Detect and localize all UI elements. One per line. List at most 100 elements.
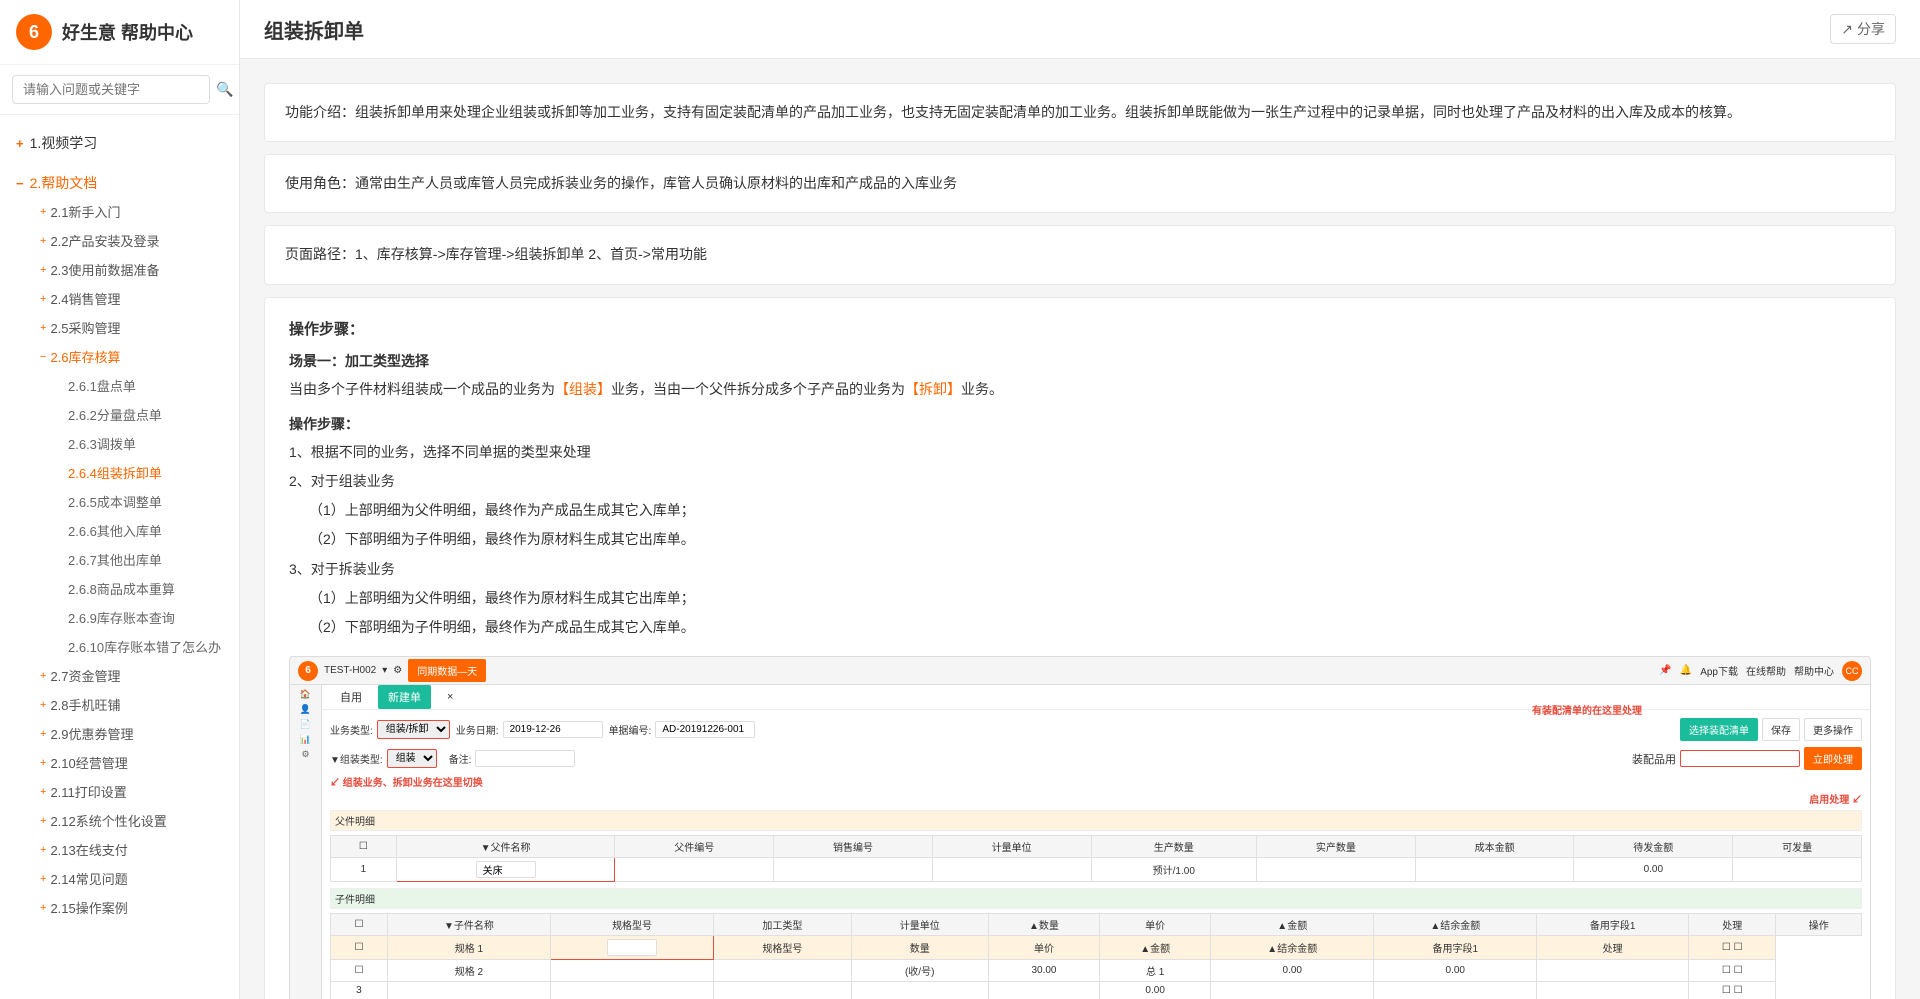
screenshot-container: 6 TEST-H002 ▾ ⚙ 同期数据—天 📌 🔔 App下载 在线帮助 帮助… (289, 656, 1871, 999)
sidebar-item-other-out[interactable]: 2.6.7其他出库单 (60, 545, 223, 574)
table-row: 1 预计/1.00 (331, 858, 1862, 882)
mock-dropdown-icon: ▾ (382, 665, 387, 676)
mock-select-bom-btn[interactable]: 选择装配清单 (1680, 718, 1758, 741)
step1-text: 1、根据不同的业务，选择不同单据的类型来处理 (289, 440, 1871, 465)
mock-assembly-select[interactable]: 组装 (387, 749, 437, 768)
mock-part-name-input[interactable] (476, 861, 536, 878)
sidebar-item-coupon[interactable]: + 2.9优惠券管理 (32, 719, 223, 748)
plus-icon-sales: + (40, 293, 46, 305)
mock-main-panel: 自用 新建单 × 业务类型: 组装/拆卸 (322, 685, 1870, 999)
mock-code-input[interactable] (655, 721, 755, 738)
mock-more-btn[interactable]: 更多操作 (1804, 718, 1862, 741)
page-title: 组装拆卸单 (264, 15, 364, 44)
search-input[interactable] (12, 75, 210, 104)
mock-period-btn[interactable]: 同期数据—天 (408, 659, 486, 682)
mock-app-body: 🏠 👤 📄 📊 ⚙ 自用 新建单 × (290, 685, 1870, 999)
sidebar: 6 好生意 帮助中心 🔍 + 1.视频学习 − 2.帮助文档 + 2.1新手入门 (0, 0, 240, 999)
mock-tab-own[interactable]: 自用 (330, 685, 372, 709)
plus-icon-system: + (40, 815, 46, 827)
mock-confirm-btn[interactable]: 立即处理 (1804, 747, 1862, 770)
mock-assembly-label: ▼组装类型: (330, 751, 383, 766)
sidebar-item-print[interactable]: + 2.11打印设置 (32, 777, 223, 806)
main-content-area: 组装拆卸单 ↗ 分享 功能介绍：组装拆卸单用来处理企业组装或拆卸等加工业务，支持… (240, 0, 1920, 999)
search-button[interactable]: 🔍 (216, 81, 233, 98)
mock-bom-field[interactable] (1680, 750, 1800, 767)
mock-code-field: 单据编号: (609, 721, 756, 738)
share-icon: ↗ (1841, 21, 1853, 38)
mock-avatar: CC (1842, 661, 1862, 681)
bracket-link-disassembly: 【拆卸】 (905, 381, 961, 397)
sidebar-item-video[interactable]: + 1.视频学习 (16, 129, 223, 157)
nav-section-video: + 1.视频学习 (0, 123, 239, 163)
mock-date-field: 业务日期: (456, 721, 603, 738)
sidebar-item-video-label: 1.视频学习 (30, 133, 98, 153)
mock-col-sale: 销售编号 (774, 836, 933, 858)
sidebar-item-other-in[interactable]: 2.6.6其他入库单 (60, 516, 223, 545)
sidebar-item-help[interactable]: − 2.帮助文档 (16, 169, 223, 197)
mock-doc-icon: 📄 (300, 719, 311, 730)
sidebar-item-new[interactable]: + 2.1新手入门 (32, 197, 223, 226)
sidebar-item-adjust[interactable]: 2.6.3调拨单 (60, 429, 223, 458)
mock-top-left: 6 TEST-H002 ▾ ⚙ 同期数据—天 (298, 659, 486, 682)
table-row: ☐ 规格 2 (收/号) 30.00 总 1 0.00 (331, 960, 1862, 982)
sidebar-item-cost[interactable]: 2.6.5成本调整单 (60, 487, 223, 516)
mock-user-icon: 👤 (300, 704, 311, 715)
mock-bom-input: 装配品用 立即处理 (1632, 747, 1862, 770)
mock-date-input[interactable] (503, 721, 603, 738)
mock-top-table-container: 父件明细 ☐ ▼父件名称 父件编号 销售编号 (330, 810, 1862, 882)
sidebar-item-ledger-err[interactable]: 2.6.10库存账本错了怎么办 (60, 632, 223, 661)
mock-cell-avail (1733, 858, 1862, 882)
step2-text: 2、对于组装业务 (289, 469, 1871, 494)
mock-cell-costamt (1415, 858, 1574, 882)
sidebar-item-faq[interactable]: + 2.14常见问题 (32, 864, 223, 893)
mock-bcol-process: 加工类型 (714, 914, 851, 936)
sidebar-item-purchase[interactable]: + 2.5采购管理 (32, 313, 223, 342)
sidebar-item-stocktake[interactable]: 2.6.1盘点单 (60, 371, 223, 400)
mock-app-download: App下载 (1700, 663, 1738, 678)
mock-home-icon: 🏠 (300, 689, 311, 700)
sidebar-item-ledger[interactable]: 2.6.9库存账本查询 (60, 603, 223, 632)
mock-remark-input[interactable] (475, 750, 575, 767)
table-row: ☐ 规格 1 规格型号 数量 单价 ▲金额 ▲结余金额 (331, 936, 1862, 960)
sidebar-item-capital[interactable]: + 2.7资金管理 (32, 661, 223, 690)
mock-cell-partcode (615, 858, 774, 882)
mock-toolbar-top: 业务类型: 组装/拆卸 业务日期: (330, 718, 1862, 741)
step2-2-text: （2）下部明细为子件明细，最终作为原材料生成其它出库单。 (289, 527, 1871, 552)
share-button[interactable]: ↗ 分享 (1830, 14, 1896, 44)
main-content: 功能介绍：组装拆卸单用来处理企业组装或拆卸等加工业务，支持有固定装配清单的产品加… (240, 59, 1920, 999)
sidebar-sub-items: + 2.1新手入门 + 2.2产品安装及登录 + 2.3使用前数据准备 + 2.… (16, 197, 223, 922)
sidebar-item-operation[interactable]: + 2.10经营管理 (32, 748, 223, 777)
sidebar-item-mobile[interactable]: + 2.8手机旺铺 (32, 690, 223, 719)
mock-type-select[interactable]: 组装/拆卸 (377, 720, 450, 739)
mock-col-code: 父件编号 (615, 836, 774, 858)
mock-cell-num: 1 (331, 858, 397, 882)
mock-bcol-unit: 计量单位 (851, 914, 988, 936)
mock-tab-new[interactable]: 新建单 (378, 685, 431, 709)
sidebar-item-data[interactable]: + 2.3使用前数据准备 (32, 255, 223, 284)
sidebar-item-assembly[interactable]: 2.6.4组装拆卸单 (60, 458, 223, 487)
mock-remark-field: 备注: (449, 750, 576, 767)
sidebar-item-payment[interactable]: + 2.13在线支付 (32, 835, 223, 864)
sidebar-item-inventory[interactable]: − 2.6库存核算 (32, 342, 223, 371)
operations-section: 操作步骤： 场景一：加工类型选择 当由多个子件材料组装成一个成品的业务为【组装】… (264, 297, 1896, 999)
plus-icon-mobile: + (40, 699, 46, 711)
mock-app-id: TEST-H002 (324, 665, 376, 676)
sidebar-item-sales[interactable]: + 2.4销售管理 (32, 284, 223, 313)
mock-bell-icon: 🔔 (1680, 665, 1692, 676)
sidebar-item-system[interactable]: + 2.12系统个性化设置 (32, 806, 223, 835)
sidebar-item-install[interactable]: + 2.2产品安装及登录 (32, 226, 223, 255)
plus-icon: + (16, 136, 24, 151)
sidebar-logo: 6 好生意 帮助中心 (0, 0, 239, 65)
mock-cell-actualqty (1257, 858, 1416, 882)
sidebar-item-partial[interactable]: 2.6.2分量盘点单 (60, 400, 223, 429)
mock-left-icons: 🏠 👤 📄 📊 ⚙ (290, 685, 322, 999)
plus-icon-coupon: + (40, 728, 46, 740)
app-logo-text: 好生意 帮助中心 (62, 19, 193, 45)
sidebar-item-cases[interactable]: + 2.15操作案例 (32, 893, 223, 922)
screenshot-inner: 6 TEST-H002 ▾ ⚙ 同期数据—天 📌 🔔 App下载 在线帮助 帮助… (290, 657, 1870, 999)
mock-save-btn[interactable]: 保存 (1762, 718, 1800, 741)
mock-spec-input[interactable] (607, 939, 657, 956)
mock-tab-close[interactable]: × (437, 687, 463, 707)
role-text: 使用角色：通常由生产人员或库管人员完成拆装业务的操作，库管人员确认原材料的出库和… (285, 175, 957, 191)
sidebar-item-cost-recalc[interactable]: 2.6.8商品成本重算 (60, 574, 223, 603)
